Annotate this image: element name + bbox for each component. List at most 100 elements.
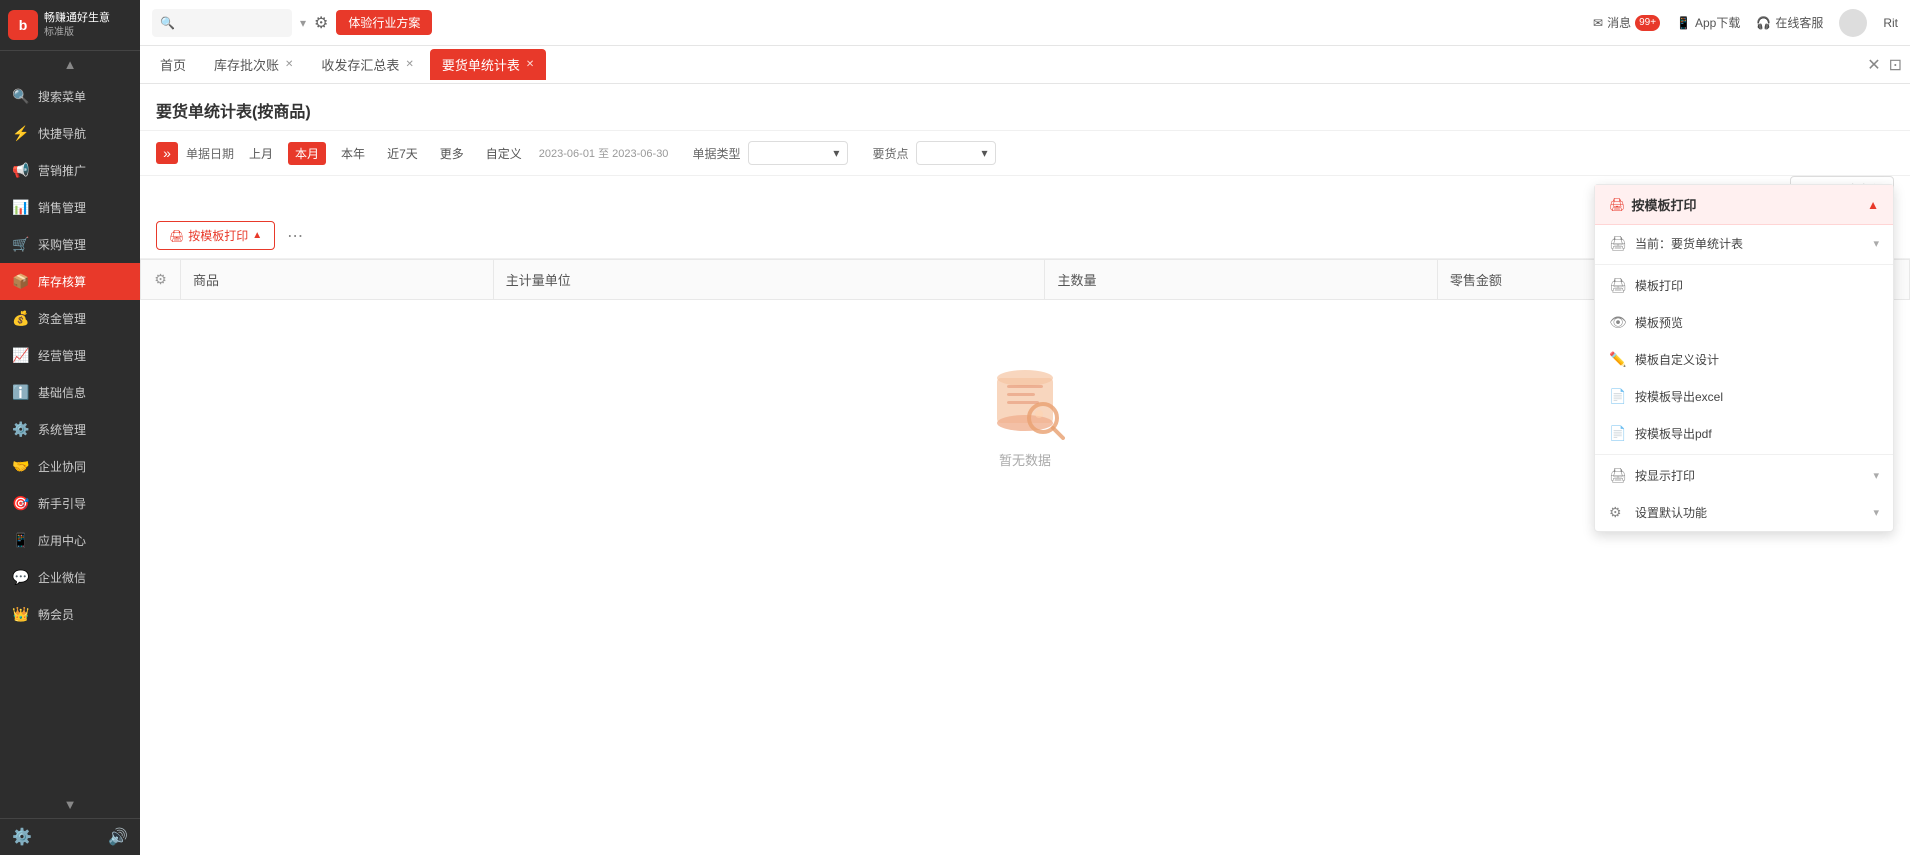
display-print-icon: 🖨 [1609,467,1627,484]
tab-order-stats[interactable]: 要货单统计表 ✕ [430,49,546,80]
col-settings: ⚙ [141,260,181,300]
online-support-label: 在线客服 [1775,14,1823,31]
settings-icon[interactable]: ⚙️ [12,827,32,847]
sidebar-item-search-menu[interactable]: 🔍 搜索菜单 [0,78,140,115]
industry-btn[interactable]: 体验行业方案 [336,10,432,35]
tab-receive-summary[interactable]: 收发存汇总表 ✕ [309,49,425,80]
sidebar-item-finance[interactable]: 💰 资金管理 [0,300,140,337]
sidebar-item-marketing[interactable]: 📢 营销推广 [0,152,140,189]
marketing-icon: 📢 [12,162,30,179]
tab-order-stats-label: 要货单统计表 [442,55,520,74]
enterprise-wechat-icon: 💬 [12,569,30,586]
date-btn-more[interactable]: 更多 [433,142,471,165]
avatar[interactable] [1839,9,1867,37]
yaohuodian-chevron: ▾ [981,146,987,160]
type-select-chevron: ▾ [833,146,839,160]
template-export-pdf-item[interactable]: 📄 按模板导出pdf [1595,415,1893,452]
messages-label: 消息 [1607,14,1631,31]
sidebar-item-label: 采购管理 [38,236,86,253]
tab-receive-summary-close[interactable]: ✕ [405,59,413,70]
tab-inventory-batch-close[interactable]: ✕ [285,59,293,70]
col-goods: 商品 [181,260,494,300]
sidebar-scroll-down[interactable]: ▼ [0,791,140,818]
online-support-item[interactable]: 🎧 在线客服 [1756,14,1823,31]
yaohuodian-select[interactable]: ▾ [916,141,996,165]
dropdown-close-chevron[interactable]: ▲ [1867,198,1879,212]
sidebar-item-system[interactable]: ⚙️ 系统管理 [0,411,140,448]
divider2 [1595,454,1893,455]
set-default-label: 设置默认功能 [1635,504,1707,521]
col-unit: 主计量单位 [493,260,1045,300]
sidebar-item-enterprise-wechat[interactable]: 💬 企业微信 [0,559,140,596]
sidebar-item-operations[interactable]: 📈 经营管理 [0,337,140,374]
print-dropdown-chevron: ▲ [252,230,262,241]
sidebar-item-label: 系统管理 [38,421,86,438]
filter-expand-btn[interactable]: » [156,142,178,164]
print-template-btn[interactable]: 🖨 按模板打印 ▲ [156,221,275,250]
printer-header-icon: 🖨 [1609,197,1626,213]
page-header: 要货单统计表(按商品) [140,84,1910,131]
template-export-pdf-icon: 📄 [1609,425,1627,442]
template-custom-icon: ✏️ [1609,351,1627,368]
template-export-pdf-label: 按模板导出pdf [1635,425,1712,442]
window-maximize-btn[interactable]: ⊡ [1889,55,1902,75]
empty-illustration [975,360,1075,450]
sidebar-item-basic-info[interactable]: ℹ️ 基础信息 [0,374,140,411]
current-icon: 🖨 [1609,235,1627,252]
sidebar-item-enterprise[interactable]: 🤝 企业协同 [0,448,140,485]
messages-badge: 99+ [1635,15,1660,31]
date-btn-this-month[interactable]: 本月 [288,142,326,165]
template-custom-item[interactable]: ✏️ 模板自定义设计 [1595,341,1893,378]
print-template-label: 按模板打印 [188,227,248,244]
date-btn-7days[interactable]: 近7天 [380,142,425,165]
template-print-label: 模板打印 [1635,277,1683,294]
quick-nav-icon: ⚡ [12,125,30,142]
topbar-chevron-icon[interactable]: ▾ [300,16,306,30]
template-preview-item[interactable]: 👁 模板预览 [1595,304,1893,341]
topbar-gear-icon[interactable]: ⚙ [314,13,328,33]
sidebar-item-label: 搜索菜单 [38,88,86,105]
template-export-excel-item[interactable]: 📄 按模板导出excel [1595,378,1893,415]
type-filter-label: 单据类型 [692,145,740,162]
print-dropdown-header: 🖨 按模板打印 ▲ [1595,185,1893,225]
sidebar-item-quick-nav[interactable]: ⚡ 快捷导航 [0,115,140,152]
template-print-item[interactable]: 🖨 模板打印 [1595,267,1893,304]
printer-icon: 🖨 [169,229,184,243]
current-template-chevron: ▾ [1873,237,1879,250]
sidebar-scroll-up[interactable]: ▲ [0,51,140,78]
display-print-item[interactable]: 🖨 按显示打印 ▾ [1595,457,1893,494]
sidebar: b 畅赚通好生意 标准版 ▲ 🔍 搜索菜单 ⚡ 快捷导航 📢 营销推广 📊 销售… [0,0,140,855]
set-default-item[interactable]: ⚙ 设置默认功能 ▾ [1595,494,1893,531]
topbar-search-box[interactable]: 🔍 [152,9,292,37]
current-template-item[interactable]: 🖨 当前：要货单统计表 ▾ [1595,225,1893,262]
table-settings-icon[interactable]: ⚙ [154,271,167,287]
window-close-btn[interactable]: ✕ [1867,55,1880,75]
date-btn-last-month[interactable]: 上月 [242,142,280,165]
sidebar-item-app-center[interactable]: 📱 应用中心 [0,522,140,559]
sidebar-item-inventory[interactable]: 📦 库存核算 [0,263,140,300]
volume-icon[interactable]: 🔊 [108,827,128,847]
type-filter-select[interactable]: ▾ [748,141,848,165]
sidebar-item-purchase[interactable]: 🛒 采购管理 [0,226,140,263]
date-btn-custom[interactable]: 自定义 [479,142,529,165]
topbar: 🔍 ▾ ⚙ 体验行业方案 ✉ 消息 99+ 📱 App下载 🎧 在线客服 Rit [140,0,1910,46]
search-icon: 🔍 [160,16,175,30]
sidebar-nav: 🔍 搜索菜单 ⚡ 快捷导航 📢 营销推广 📊 销售管理 🛒 采购管理 📦 库存核… [0,78,140,791]
tab-order-stats-close[interactable]: ✕ [526,59,534,70]
tab-home[interactable]: 首页 [148,49,198,80]
tab-inventory-batch[interactable]: 库存批次账 ✕ [202,49,305,80]
app-download-item[interactable]: 📱 App下载 [1676,14,1740,31]
sidebar-item-sales[interactable]: 📊 销售管理 [0,189,140,226]
sidebar-item-label: 企业协同 [38,458,86,475]
date-filter-label: 单据日期 [186,145,234,162]
sidebar-item-new-guide[interactable]: 🎯 新手引导 [0,485,140,522]
messages-item[interactable]: ✉ 消息 99+ [1593,14,1660,31]
sidebar-item-label: 基础信息 [38,384,86,401]
toolbar-more-icon[interactable]: ⋯ [283,222,307,250]
topbar-right: ✉ 消息 99+ 📱 App下载 🎧 在线客服 Rit [1593,9,1898,37]
sidebar-item-members[interactable]: 👑 畅会员 [0,596,140,633]
search-input[interactable] [179,16,279,30]
members-icon: 👑 [12,606,30,623]
sidebar-item-label: 应用中心 [38,532,86,549]
date-btn-this-year[interactable]: 本年 [334,142,372,165]
